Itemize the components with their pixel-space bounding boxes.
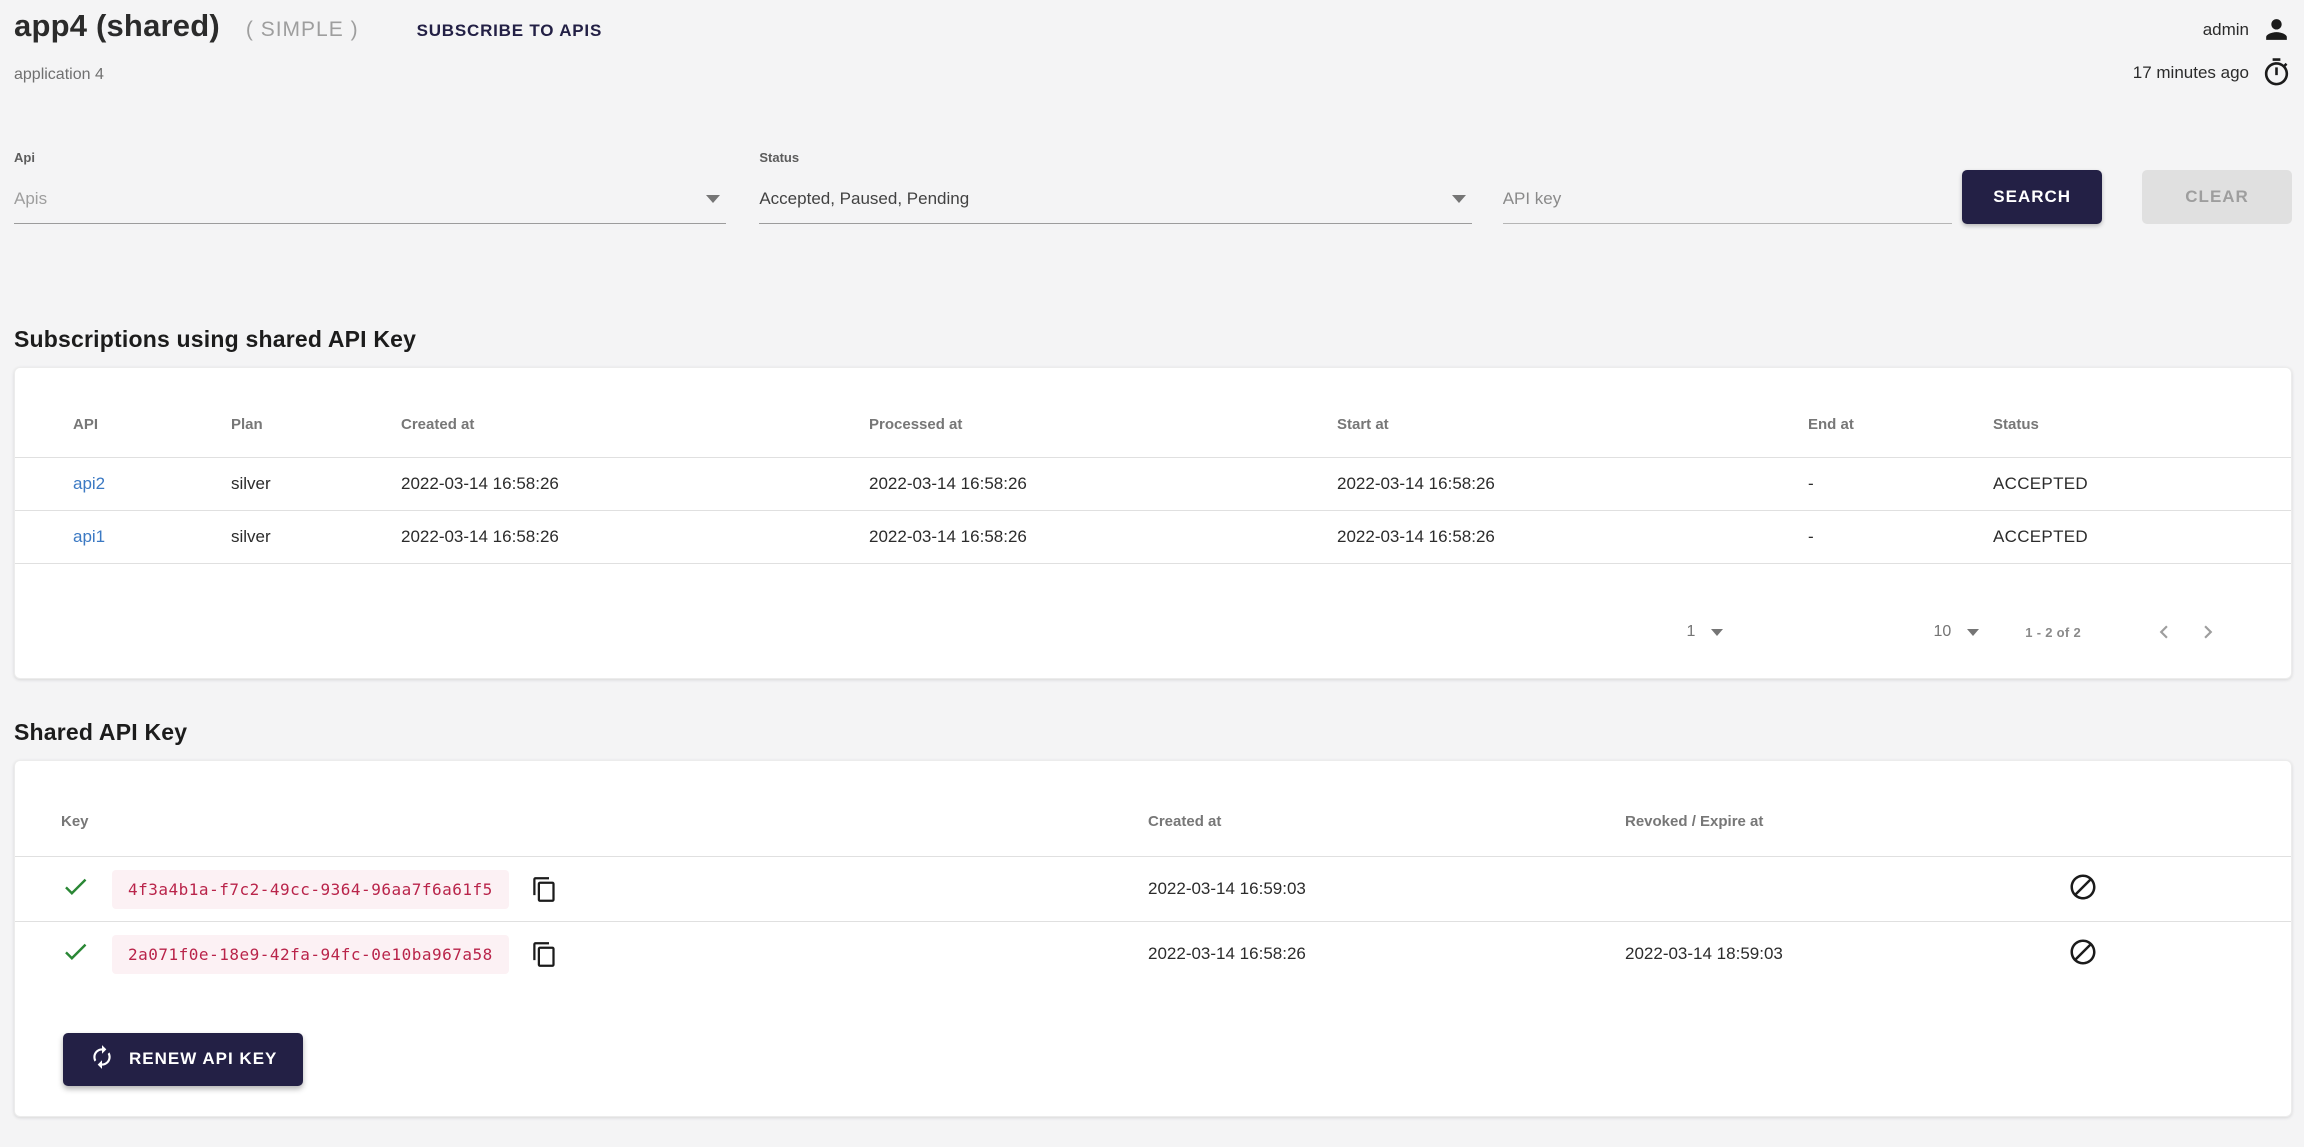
table-row: api1 silver 2022-03-14 16:58:26 2022-03-… <box>15 511 2291 564</box>
status-select-field: Status Accepted, Paused, Pending <box>759 150 1471 224</box>
created-at-cell: 2022-03-14 16:58:26 <box>401 511 869 564</box>
copy-icon[interactable] <box>531 876 558 903</box>
pagination: 1 10 1 - 2 of 2 <box>15 586 2291 678</box>
renew-row: RENEW API KEY <box>15 987 2291 1116</box>
copy-icon[interactable] <box>531 941 558 968</box>
api-key-field <box>1503 189 1953 224</box>
column-header-created-at: Created at <box>401 368 869 458</box>
column-header-revoked-expire-at: Revoked / Expire at <box>1625 761 1995 857</box>
api-select[interactable]: Apis <box>14 189 726 224</box>
api-key-value: 2a071f0e-18e9-42fa-94fc-0e10ba967a58 <box>112 935 509 974</box>
person-icon[interactable] <box>2261 14 2292 45</box>
chevron-down-icon <box>1452 195 1466 203</box>
page-select[interactable]: 1 <box>1687 623 1724 641</box>
subscriptions-table: API Plan Created at Processed at Start a… <box>15 368 2291 564</box>
column-header-start-at: Start at <box>1337 368 1808 458</box>
start-at-cell: 2022-03-14 16:58:26 <box>1337 458 1808 511</box>
column-header-plan: Plan <box>231 368 401 458</box>
topbar-left: app4 (shared) ( SIMPLE ) SUBSCRIBE TO AP… <box>14 8 602 84</box>
application-description: application 4 <box>14 66 602 84</box>
chevron-down-icon <box>706 195 720 203</box>
table-row: 4f3a4b1a-f7c2-49cc-9364-96aa7f6a61f5 202… <box>15 857 2291 922</box>
pagination-range: 1 - 2 of 2 <box>2025 625 2081 640</box>
chevron-down-icon <box>1711 629 1723 636</box>
created-at-cell: 2022-03-14 16:58:26 <box>401 458 869 511</box>
chevron-down-icon <box>1967 629 1979 636</box>
chevron-right-icon[interactable] <box>2195 619 2221 645</box>
column-header-actions <box>1995 761 2291 857</box>
page-size-value: 10 <box>1933 623 1951 641</box>
page-select-value: 1 <box>1687 623 1696 641</box>
end-at-cell: - <box>1808 511 1993 564</box>
column-header-processed-at: Processed at <box>869 368 1337 458</box>
end-at-cell: - <box>1808 458 1993 511</box>
page-size-select[interactable]: 10 <box>1933 623 1979 641</box>
api-link[interactable]: api1 <box>73 527 105 546</box>
topbar: app4 (shared) ( SIMPLE ) SUBSCRIBE TO AP… <box>14 8 2292 88</box>
column-header-key: Key <box>15 761 1148 857</box>
shared-api-key-section-title: Shared API Key <box>14 719 2292 746</box>
key-created-at-cell: 2022-03-14 16:58:26 <box>1148 922 1625 987</box>
check-icon <box>61 937 90 971</box>
user-name: admin <box>2203 20 2249 40</box>
api-select-field: Api Apis <box>14 150 726 224</box>
clear-button[interactable]: CLEAR <box>2142 170 2292 224</box>
ban-icon[interactable] <box>2068 872 2098 902</box>
subscriptions-card: API Plan Created at Processed at Start a… <box>14 367 2292 679</box>
renew-api-key-button[interactable]: RENEW API KEY <box>63 1033 303 1086</box>
subscribe-to-apis-link[interactable]: SUBSCRIBE TO APIS <box>417 21 603 41</box>
last-activity-text: 17 minutes ago <box>2133 63 2249 83</box>
autorenew-icon <box>89 1044 115 1075</box>
shared-api-key-card: Key Created at Revoked / Expire at 4f3a4… <box>14 760 2292 1117</box>
column-header-end-at: End at <box>1808 368 1993 458</box>
plan-cell: silver <box>231 511 401 564</box>
table-row: api2 silver 2022-03-14 16:58:26 2022-03-… <box>15 458 2291 511</box>
column-header-api: API <box>15 368 231 458</box>
timer-icon <box>2261 57 2292 88</box>
ban-icon[interactable] <box>2068 937 2098 967</box>
page-title: app4 (shared) <box>14 8 220 44</box>
plan-type-badge: ( SIMPLE ) <box>246 18 359 42</box>
column-header-created-at: Created at <box>1148 761 1625 857</box>
shared-api-key-header-row: Key Created at Revoked / Expire at <box>15 761 2291 857</box>
subscriptions-header-row: API Plan Created at Processed at Start a… <box>15 368 2291 458</box>
api-link[interactable]: api2 <box>73 474 105 493</box>
chevron-left-icon[interactable] <box>2151 619 2177 645</box>
column-header-status: Status <box>1993 368 2291 458</box>
topbar-right: admin 17 minutes ago <box>2133 8 2292 88</box>
api-key-input[interactable] <box>1503 189 1953 224</box>
processed-at-cell: 2022-03-14 16:58:26 <box>869 458 1337 511</box>
application-page: app4 (shared) ( SIMPLE ) SUBSCRIBE TO AP… <box>0 0 2304 1147</box>
key-created-at-cell: 2022-03-14 16:59:03 <box>1148 857 1625 922</box>
status-cell: ACCEPTED <box>1993 511 2291 564</box>
plan-cell: silver <box>231 458 401 511</box>
status-select[interactable]: Accepted, Paused, Pending <box>759 189 1471 224</box>
api-select-label: Api <box>14 150 726 165</box>
status-select-value: Accepted, Paused, Pending <box>759 189 969 209</box>
check-icon <box>61 872 90 906</box>
key-revoked-at-cell: 2022-03-14 18:59:03 <box>1625 922 1995 987</box>
subscriptions-section-title: Subscriptions using shared API Key <box>14 326 2292 353</box>
key-revoked-at-cell <box>1625 857 1995 922</box>
status-select-label: Status <box>759 150 1471 165</box>
status-cell: ACCEPTED <box>1993 458 2291 511</box>
start-at-cell: 2022-03-14 16:58:26 <box>1337 511 1808 564</box>
shared-api-key-table: Key Created at Revoked / Expire at 4f3a4… <box>15 761 2291 987</box>
table-row: 2a071f0e-18e9-42fa-94fc-0e10ba967a58 202… <box>15 922 2291 987</box>
api-select-value: Apis <box>14 189 47 209</box>
search-button[interactable]: SEARCH <box>1962 170 2102 224</box>
api-key-value: 4f3a4b1a-f7c2-49cc-9364-96aa7f6a61f5 <box>112 870 509 909</box>
processed-at-cell: 2022-03-14 16:58:26 <box>869 511 1337 564</box>
renew-api-key-label: RENEW API KEY <box>129 1049 277 1069</box>
subscription-filters: Api Apis Status Accepted, Paused, Pendin… <box>14 150 2292 224</box>
